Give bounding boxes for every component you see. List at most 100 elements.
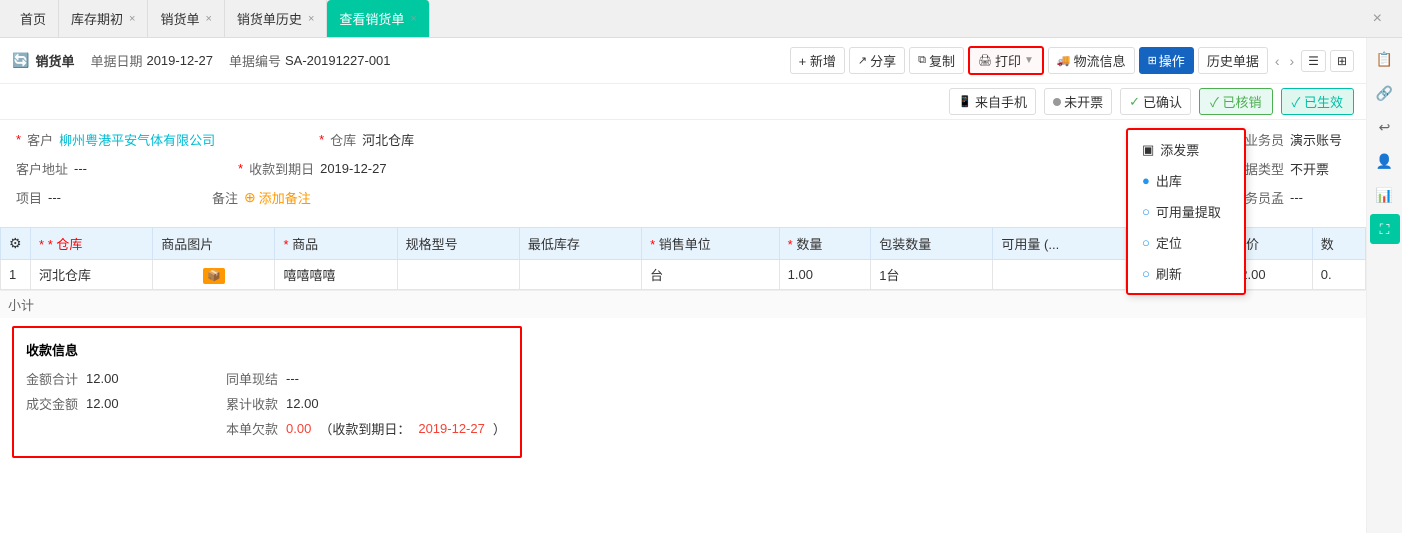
sidebar-link-icon[interactable]: 🔗 bbox=[1370, 78, 1400, 108]
tab-sales-order-close[interactable]: × bbox=[205, 13, 211, 25]
copy-button-label: 复制 bbox=[929, 51, 955, 70]
note-label: 备注 bbox=[212, 188, 238, 207]
tab-sales-history[interactable]: 销货单历史 × bbox=[225, 0, 327, 37]
mobile-button[interactable]: 📱 来自手机 bbox=[949, 88, 1036, 115]
doc-date-label: 单据日期 bbox=[90, 51, 142, 70]
print-button[interactable]: 🖨 打印 ▼ bbox=[968, 46, 1044, 75]
share-button[interactable]: ↗ 分享 bbox=[849, 47, 905, 74]
doc-header: 🔄 销货单 单据日期 2019-12-27 单据编号 SA-20191227-0… bbox=[0, 38, 1366, 84]
not-open-label: 未开票 bbox=[1064, 92, 1103, 111]
tab-inventory-init[interactable]: 库存期初 × bbox=[59, 0, 148, 37]
customer-value[interactable]: 柳州粤港平安气体有限公司 bbox=[59, 130, 215, 149]
col-qty: * 数量 bbox=[779, 228, 871, 260]
customer-label: 客户 bbox=[27, 130, 53, 149]
payment-date-field: * 收款到期日 2019-12-27 bbox=[238, 159, 387, 178]
deal-amount-label: 成交金额 bbox=[26, 394, 78, 413]
confirm-label: 已确认 bbox=[1143, 92, 1182, 111]
right-sidebar: 📋 🔗 ↩ 👤 📊 ⛶ bbox=[1366, 38, 1402, 533]
sidebar-doc-icon[interactable]: 📋 bbox=[1370, 44, 1400, 74]
cell-warehouse: 河北仓库 bbox=[31, 260, 153, 290]
sidebar-expand-icon[interactable]: ⛶ bbox=[1370, 214, 1400, 244]
tab-home[interactable]: 首页 bbox=[8, 0, 59, 37]
dropdown-available-qty[interactable]: ○ 可用量提取 bbox=[1128, 196, 1244, 227]
new-button-label: + 新增 bbox=[799, 51, 836, 70]
dropdown-locate[interactable]: ○ 定位 bbox=[1128, 227, 1244, 258]
add-note-button[interactable]: ⊕ 添加备注 bbox=[244, 188, 311, 207]
deal-amount-item: 成交金额 12.00 bbox=[26, 394, 186, 413]
employee-field: 业务员 演示账号 bbox=[1245, 130, 1350, 149]
cell-image: 📦 bbox=[153, 260, 275, 290]
cell-pack-qty: 1台 bbox=[871, 260, 993, 290]
sidebar-user-icon[interactable]: 👤 bbox=[1370, 146, 1400, 176]
sub-toolbar: 📱 来自手机 未开票 ✓ 已确认 ✓ 已核销 ✓ 已 bbox=[0, 84, 1366, 120]
doc-meta: 单据日期 2019-12-27 单据编号 SA-20191227-001 bbox=[90, 51, 390, 70]
available-qty-icon: ○ bbox=[1142, 204, 1150, 219]
col-num: 数 bbox=[1312, 228, 1365, 260]
col-product: * 商品 bbox=[275, 228, 397, 260]
tab-sales-history-label: 销货单历史 bbox=[237, 9, 302, 28]
tab-inventory-init-close[interactable]: × bbox=[129, 13, 135, 25]
view-list-button[interactable]: ☰ bbox=[1301, 50, 1326, 72]
dropdown-refresh[interactable]: ○ 刷新 bbox=[1128, 258, 1244, 289]
new-button[interactable]: + 新增 bbox=[790, 47, 845, 74]
project-label: 项目 bbox=[16, 188, 42, 207]
available-qty-label: 可用量提取 bbox=[1156, 202, 1221, 221]
tab-sales-order[interactable]: 销货单 × bbox=[148, 0, 224, 37]
owed-value: 0.00 bbox=[286, 421, 311, 436]
operation-button-label: 操作 bbox=[1159, 51, 1185, 70]
total-amount-label: 金额合计 bbox=[26, 369, 78, 388]
tab-sales-order-label: 销货单 bbox=[160, 9, 199, 28]
payment-row-2: 成交金额 12.00 累计收款 12.00 bbox=[26, 394, 508, 413]
cell-qty: 1.00 bbox=[779, 260, 871, 290]
same-order-label: 同单现结 bbox=[226, 369, 278, 388]
dropdown-add-invoice[interactable]: ▣ 添发票 bbox=[1128, 134, 1244, 165]
mobile-label: 来自手机 bbox=[975, 92, 1027, 111]
tab-sales-history-close[interactable]: × bbox=[308, 13, 314, 25]
warehouse-label: 仓库 bbox=[330, 130, 356, 149]
col-setting[interactable]: ⚙ bbox=[1, 228, 31, 260]
doc-number-value: SA-20191227-001 bbox=[285, 53, 391, 68]
next-arrow[interactable]: › bbox=[1287, 53, 1298, 69]
outbound-label: 出库 bbox=[1156, 171, 1182, 190]
customer-field: * 客户 柳州粤港平安气体有限公司 bbox=[16, 130, 215, 149]
col-available: 可用量 (... bbox=[993, 228, 1125, 260]
copy-button[interactable]: ⧉ 复制 bbox=[909, 47, 964, 74]
effective-button[interactable]: ✓ 已生效 bbox=[1281, 88, 1355, 115]
note-field: 备注 ⊕ 添加备注 bbox=[212, 188, 311, 207]
doc-title: 销货单 bbox=[35, 51, 74, 70]
view-grid-button[interactable]: ⊞ bbox=[1330, 50, 1354, 72]
deal-amount-value: 12.00 bbox=[86, 396, 119, 411]
owed-note: （收款到期日： bbox=[319, 419, 410, 438]
prev-arrow[interactable]: ‹ bbox=[1272, 53, 1283, 69]
print-button-label: 打印 bbox=[995, 51, 1021, 70]
doc-date-value: 2019-12-27 bbox=[146, 53, 213, 68]
history-button[interactable]: 历史单据 bbox=[1198, 47, 1268, 74]
dropdown-outbound[interactable]: ● 出库 bbox=[1128, 165, 1244, 196]
col-spec: 规格型号 bbox=[397, 228, 519, 260]
total-amount-item: 金额合计 12.00 bbox=[26, 369, 186, 388]
payment-row-1: 金额合计 12.00 同单现结 --- bbox=[26, 369, 508, 388]
payment-date-label: 收款到期日 bbox=[249, 159, 314, 178]
total-amount-value: 12.00 bbox=[86, 371, 119, 386]
salesperson-value: --- bbox=[1290, 190, 1350, 205]
col-image: 商品图片 bbox=[153, 228, 275, 260]
tab-view-sales-label: 查看销货单 bbox=[339, 9, 404, 28]
warehouse-value: 河北仓库 bbox=[362, 130, 422, 149]
employee-label: 业务员 bbox=[1245, 130, 1284, 149]
tab-view-sales-close[interactable]: × bbox=[410, 13, 416, 25]
confirm-button[interactable]: ✓ 已确认 bbox=[1120, 88, 1191, 115]
tab-home-label: 首页 bbox=[20, 9, 46, 28]
col-warehouse: * * 仓库 bbox=[31, 228, 153, 260]
close-all-tabs[interactable]: × bbox=[1361, 10, 1394, 28]
sidebar-chart-icon[interactable]: 📊 bbox=[1370, 180, 1400, 210]
outbound-icon: ● bbox=[1142, 173, 1150, 188]
col-unit: * 销售单位 bbox=[642, 228, 780, 260]
operation-button[interactable]: ⊞ 操作 bbox=[1139, 47, 1194, 74]
doc-icon: 🔄 bbox=[12, 52, 29, 69]
logistics-button[interactable]: 🚚 物流信息 bbox=[1048, 47, 1135, 74]
payment-section: 收款信息 金额合计 12.00 同单现结 --- 成交金额 12.00 bbox=[12, 326, 522, 458]
not-open-button[interactable]: 未开票 bbox=[1044, 88, 1112, 115]
sidebar-back-icon[interactable]: ↩ bbox=[1370, 112, 1400, 142]
tab-view-sales[interactable]: 查看销货单 × bbox=[327, 0, 429, 37]
cancelled-button[interactable]: ✓ 已核销 bbox=[1199, 88, 1273, 115]
